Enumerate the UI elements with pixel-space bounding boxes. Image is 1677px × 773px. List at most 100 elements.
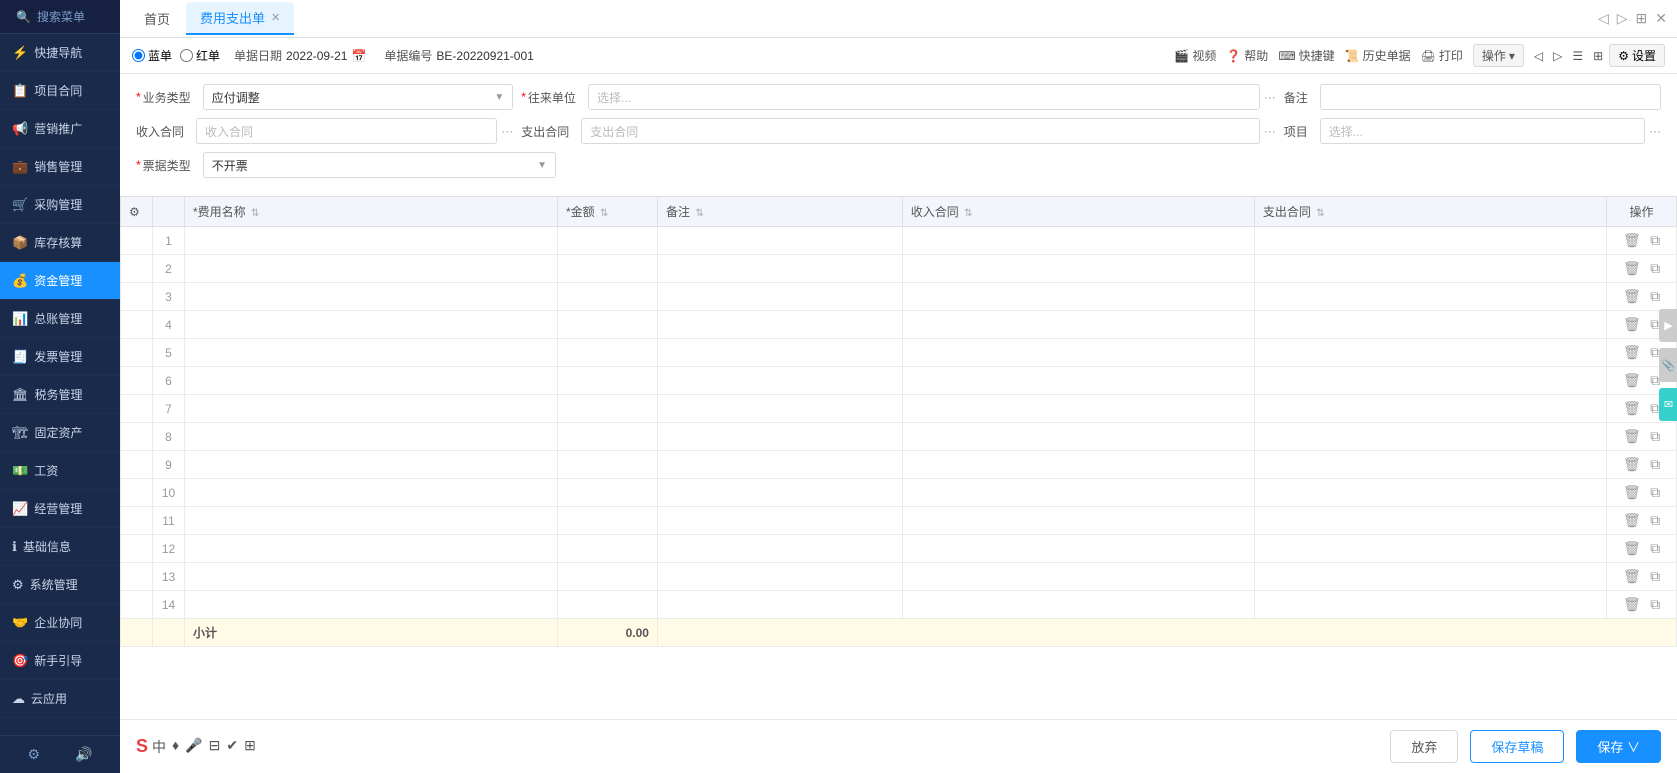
sidebar-item-11[interactable]: 💵工资 [0,452,120,490]
voucher-type-input[interactable]: 不开票 ▼ [203,152,556,178]
income-contract-cell[interactable] [902,591,1254,619]
sidebar-search[interactable]: 🔍 搜索菜单 [0,0,120,34]
sidebar-item-10[interactable]: 🏗固定资产 [0,414,120,452]
delete-row-icon[interactable]: 🗑 [1623,568,1641,584]
copy-row-icon[interactable]: ⧉ [1650,428,1660,444]
right-float-btn-3[interactable]: ✉ [1659,388,1677,421]
amount-cell[interactable] [557,367,657,395]
income-contract-cell[interactable] [902,227,1254,255]
copy-row-icon[interactable]: ⧉ [1650,260,1660,276]
toolbar-list-icon[interactable]: ☰ [1572,49,1583,63]
delete-row-icon[interactable]: 🗑 [1623,428,1641,444]
radio-blue[interactable]: 蓝单 [132,47,172,64]
tab-close-icon[interactable]: ✕ [1655,10,1667,27]
delete-row-icon[interactable]: 🗑 [1623,400,1641,416]
expense-name-cell[interactable] [185,507,558,535]
note-cell[interactable] [657,283,902,311]
note-cell[interactable] [657,367,902,395]
discard-button[interactable]: 放弃 [1390,730,1458,763]
copy-row-icon[interactable]: ⧉ [1650,596,1660,612]
sidebar-item-5[interactable]: 📦库存核算 [0,224,120,262]
note-cell[interactable] [657,227,902,255]
sidebar-item-13[interactable]: ℹ基础信息 [0,528,120,566]
expense-name-cell[interactable] [185,451,558,479]
expense-name-cell[interactable] [185,283,558,311]
note-input[interactable] [1320,84,1661,110]
copy-row-icon[interactable]: ⧉ [1650,540,1660,556]
save-draft-button[interactable]: 保存草稿 [1470,730,1564,763]
amount-cell[interactable] [557,451,657,479]
income-contract-cell[interactable] [902,311,1254,339]
note-cell[interactable] [657,255,902,283]
amount-cell[interactable] [557,311,657,339]
toolbar-history-btn[interactable]: 📜 历史单据 [1345,47,1411,64]
sidebar-item-4[interactable]: 🛒采购管理 [0,186,120,224]
speaker-icon[interactable]: 🔊 [75,746,92,763]
amount-cell[interactable] [557,479,657,507]
expense-contract-input[interactable]: 支出合同 [581,118,1259,144]
settings-bottom-icon[interactable]: ⚙ [28,746,41,763]
right-float-btn-1[interactable]: ▶ [1659,309,1677,342]
income-contract-cell[interactable] [902,255,1254,283]
expense-name-cell[interactable] [185,339,558,367]
delete-row-icon[interactable]: 🗑 [1623,456,1641,472]
expense-contract-cell[interactable] [1254,227,1606,255]
income-contract-cell[interactable] [902,367,1254,395]
income-contract-cell[interactable] [902,283,1254,311]
radio-red[interactable]: 红单 [180,47,220,64]
delete-row-icon[interactable]: 🗑 [1623,288,1641,304]
date-value[interactable]: 2022-09-21 [286,49,347,63]
income-contract-cell[interactable] [902,423,1254,451]
payee-input[interactable]: 选择... [588,84,1260,110]
expense-name-cell[interactable] [185,591,558,619]
delete-row-icon[interactable]: 🗑 [1623,512,1641,528]
income-contract-input[interactable]: 收入合同 [196,118,497,144]
expense-contract-cell[interactable] [1254,255,1606,283]
sidebar-item-15[interactable]: 🤝企业协同 [0,604,120,642]
income-contract-cell[interactable] [902,339,1254,367]
tab-1[interactable]: 费用支出单✕ [186,2,294,35]
expense-contract-cell[interactable] [1254,591,1606,619]
income-contract-cell[interactable] [902,563,1254,591]
expense-contract-cell[interactable] [1254,339,1606,367]
note-cell[interactable] [657,507,902,535]
amount-cell[interactable] [557,507,657,535]
project-input[interactable]: 选择... [1320,118,1645,144]
sidebar-item-2[interactable]: 📢营销推广 [0,110,120,148]
expense-name-cell[interactable] [185,367,558,395]
tab-grid-icon[interactable]: ⊞ [1636,10,1648,27]
tab-0[interactable]: 首页 [130,3,184,34]
tab-close-1[interactable]: ✕ [271,11,280,24]
sidebar-item-17[interactable]: ☁云应用 [0,680,120,718]
expense-contract-cell[interactable] [1254,563,1606,591]
payee-more-btn[interactable]: ··· [1264,90,1276,104]
copy-row-icon[interactable]: ⧉ [1650,484,1660,500]
delete-row-icon[interactable]: 🗑 [1623,232,1641,248]
delete-row-icon[interactable]: 🗑 [1623,316,1641,332]
expense-name-cell[interactable] [185,227,558,255]
right-float-btn-2[interactable]: 📎 [1659,348,1677,381]
amount-cell[interactable] [557,423,657,451]
delete-row-icon[interactable]: 🗑 [1623,484,1641,500]
expense-contract-cell[interactable] [1254,367,1606,395]
copy-row-icon[interactable]: ⧉ [1650,456,1660,472]
expense-contract-cell[interactable] [1254,423,1606,451]
sidebar-item-16[interactable]: 🎯新手引导 [0,642,120,680]
sidebar-item-0[interactable]: ⚡快捷导航 [0,34,120,72]
col-settings[interactable]: ⚙ [121,197,153,227]
toolbar-print-btn[interactable]: 🖨 打印 [1421,47,1463,64]
expense-name-cell[interactable] [185,479,558,507]
expense-contract-cell[interactable] [1254,451,1606,479]
expense-contract-more-btn[interactable]: ··· [1264,124,1276,138]
amount-cell[interactable] [557,255,657,283]
amount-cell[interactable] [557,283,657,311]
delete-row-icon[interactable]: 🗑 [1623,260,1641,276]
expense-name-cell[interactable] [185,255,558,283]
note-cell[interactable] [657,563,902,591]
toolbar-video-btn[interactable]: 🎬 视频 [1174,47,1216,64]
note-cell[interactable] [657,591,902,619]
toolbar-shortcut-btn[interactable]: ⌨ 快捷键 [1278,47,1334,64]
toolbar-nav-left[interactable]: ◁ [1534,49,1543,63]
sidebar-item-3[interactable]: 💼销售管理 [0,148,120,186]
copy-row-icon[interactable]: ⧉ [1650,288,1660,304]
